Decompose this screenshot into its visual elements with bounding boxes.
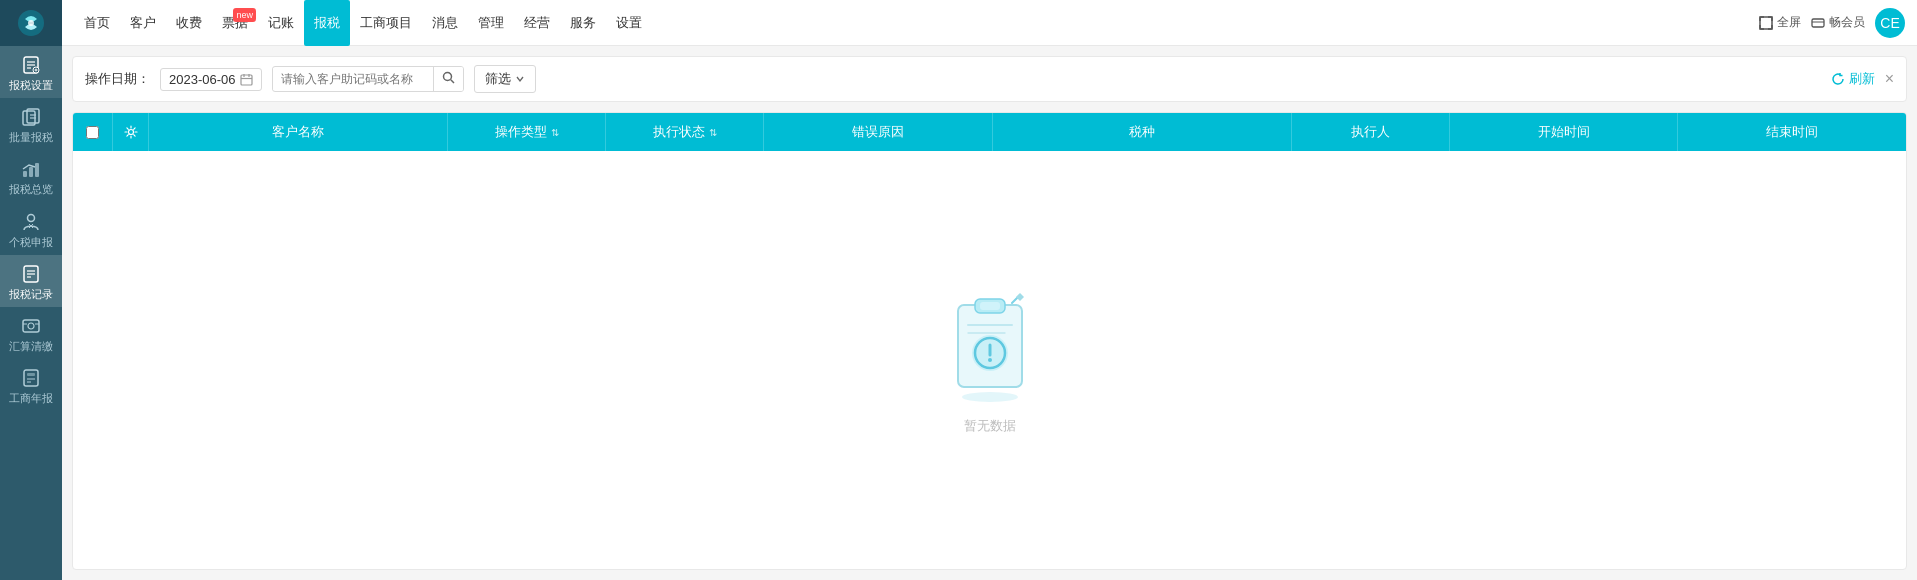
table-header: 客户名称 操作类型 ⇅ 执行状态 ⇅ 错误原因 税种 执行人 (73, 113, 1906, 151)
annual-report-icon (20, 367, 42, 389)
select-all-checkbox[interactable] (86, 126, 99, 139)
svg-marker-50 (1016, 293, 1024, 301)
svg-rect-13 (23, 171, 27, 177)
optype-sort-icon: ⇅ (551, 127, 559, 138)
sidebar-item-label: 个税申报 (9, 236, 53, 249)
th-start-time: 开始时间 (1450, 113, 1679, 151)
nav-tax[interactable]: 报税 (304, 0, 350, 46)
sidebar-item-settlement[interactable]: 汇算清缴 (0, 307, 62, 359)
nav-customer[interactable]: 客户 (120, 0, 166, 46)
empty-illustration (940, 285, 1040, 405)
sidebar-item-label: 批量报税 (9, 131, 53, 144)
member-label: 畅会员 (1829, 14, 1865, 31)
table-body: 暂无数据 (73, 151, 1906, 569)
top-nav: 首页 客户 收费 票据 new 记账 报税 工商项目 消息 管理 经营 (62, 0, 1917, 46)
sidebar-item-tax-overview[interactable]: 报税总览 (0, 150, 62, 202)
sidebar-item-tax-settings[interactable]: 报税设置 (0, 46, 62, 98)
svg-point-48 (988, 358, 992, 362)
th-end-time: 结束时间 (1678, 113, 1906, 151)
svg-point-1 (28, 20, 34, 26)
nav-invoice[interactable]: 票据 new (212, 0, 258, 46)
filter-button[interactable]: 筛选 (474, 65, 536, 93)
settlement-icon (20, 315, 42, 337)
nav-operation[interactable]: 经营 (514, 0, 560, 46)
sidebar-item-label: 工商年报 (9, 392, 53, 405)
nav-billing[interactable]: 收费 (166, 0, 212, 46)
sidebar-item-label: 汇算清缴 (9, 340, 53, 353)
table: 客户名称 操作类型 ⇅ 执行状态 ⇅ 错误原因 税种 执行人 (72, 112, 1907, 570)
date-value: 2023-06-06 (169, 72, 236, 87)
nav-service[interactable]: 服务 (560, 0, 606, 46)
svg-rect-44 (980, 302, 1000, 310)
avatar[interactable]: CE (1875, 8, 1905, 38)
close-button[interactable]: × (1885, 70, 1894, 88)
th-gear[interactable] (113, 113, 149, 151)
th-error-reason: 错误原因 (764, 113, 993, 151)
empty-state: 暂无数据 (940, 285, 1040, 435)
svg-rect-32 (1812, 19, 1824, 27)
svg-rect-31 (1760, 17, 1772, 29)
nav-bookkeeping[interactable]: 记账 (258, 0, 304, 46)
svg-rect-34 (241, 75, 252, 85)
sidebar-item-label: 报税总览 (9, 183, 53, 196)
search-box (272, 66, 464, 92)
nav-manage[interactable]: 管理 (468, 0, 514, 46)
date-label: 操作日期： (85, 70, 150, 88)
svg-rect-23 (23, 320, 39, 332)
sidebar-item-annual-report[interactable]: 工商年报 (0, 359, 62, 411)
svg-point-41 (962, 392, 1018, 402)
nav-settings[interactable]: 设置 (606, 0, 652, 46)
date-picker[interactable]: 2023-06-06 (160, 68, 262, 91)
tax-records-icon (20, 263, 42, 285)
svg-point-16 (28, 214, 35, 221)
th-op-type[interactable]: 操作类型 ⇅ (448, 113, 606, 151)
nav-home[interactable]: 首页 (74, 0, 120, 46)
th-executor: 执行人 (1292, 113, 1450, 151)
th-ex-status[interactable]: 执行状态 ⇅ (606, 113, 764, 151)
refresh-label: 刷新 (1849, 70, 1875, 88)
sidebar-item-label: 报税设置 (9, 79, 53, 92)
sidebar-item-label: 报税记录 (9, 288, 53, 301)
invoice-badge: new (233, 8, 256, 22)
main-area: 首页 客户 收费 票据 new 记账 报税 工商项目 消息 管理 经营 (62, 0, 1917, 580)
empty-text: 暂无数据 (964, 417, 1016, 435)
content-area: 操作日期： 2023-06-06 (62, 46, 1917, 580)
fullscreen-button[interactable]: 全屏 (1759, 14, 1801, 31)
batch-tax-icon (20, 106, 42, 128)
svg-rect-27 (24, 370, 38, 386)
th-client-name: 客户名称 (149, 113, 448, 151)
svg-rect-14 (29, 167, 33, 177)
sidebar-logo[interactable] (0, 0, 62, 46)
sidebar-item-tax-records[interactable]: 报税记录 (0, 255, 62, 307)
tax-settings-icon (20, 54, 42, 76)
exstatus-sort-icon: ⇅ (709, 127, 717, 138)
tax-overview-icon (20, 158, 42, 180)
refresh-button[interactable]: 刷新 (1831, 70, 1875, 88)
svg-point-40 (128, 130, 133, 135)
search-input[interactable] (273, 68, 433, 90)
toolbar: 操作日期： 2023-06-06 (72, 56, 1907, 102)
sidebar: 报税设置 批量报税 报税总览 (0, 0, 62, 580)
toolbar-right: 刷新 × (1831, 70, 1894, 88)
th-tax-type: 税种 (993, 113, 1292, 151)
svg-point-24 (28, 323, 34, 329)
svg-line-39 (450, 80, 453, 83)
personal-tax-icon (20, 211, 42, 233)
svg-rect-15 (35, 163, 39, 177)
top-nav-right: 全屏 畅会员 CE (1759, 8, 1905, 38)
th-checkbox[interactable] (73, 113, 113, 151)
nav-message[interactable]: 消息 (422, 0, 468, 46)
search-button[interactable] (433, 67, 463, 91)
member-button[interactable]: 畅会员 (1811, 14, 1865, 31)
svg-rect-28 (27, 373, 35, 376)
nav-industry[interactable]: 工商项目 (350, 0, 422, 46)
fullscreen-label: 全屏 (1777, 14, 1801, 31)
svg-point-38 (443, 73, 451, 81)
filter-label: 筛选 (485, 70, 511, 88)
sidebar-item-personal-tax[interactable]: 个税申报 (0, 203, 62, 255)
sidebar-item-batch-tax[interactable]: 批量报税 (0, 98, 62, 150)
